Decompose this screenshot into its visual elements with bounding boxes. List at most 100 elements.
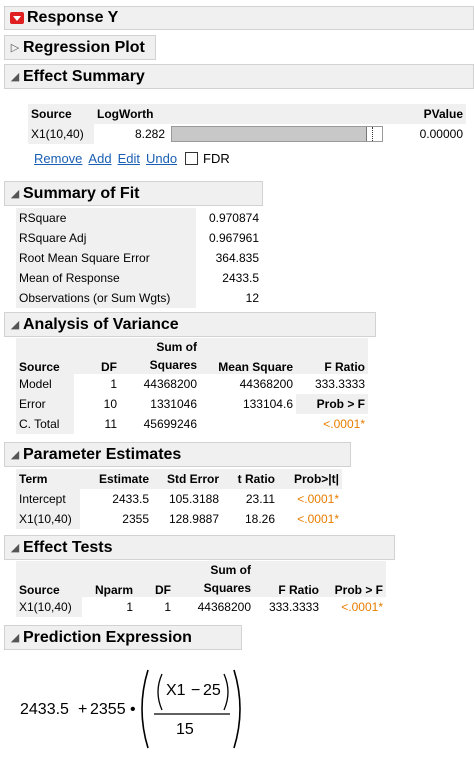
pe-col-prob: Prob>|t| — [278, 469, 342, 489]
disclosure-expanded-icon[interactable]: ◢ — [7, 187, 23, 200]
regression-plot-title: Regression Plot — [23, 38, 145, 56]
effect-summary-links: Remove Add Edit Undo FDR — [34, 150, 230, 166]
fit-value: 364.835 — [215, 251, 259, 265]
formula-variable: X1 — [166, 682, 186, 699]
response-title: Response Y — [27, 9, 119, 26]
et-col-nparm: Nparm — [82, 561, 136, 597]
pe-col-estimate: Estimate — [80, 469, 152, 489]
red-triangle-menu-icon[interactable] — [10, 12, 24, 24]
pe-estimate: 2433.5 — [112, 492, 149, 506]
et-source: X1(10,40) — [16, 597, 82, 617]
et-df: 1 — [164, 600, 171, 614]
effect-summary-header[interactable]: ◢ Effect Summary — [4, 64, 474, 89]
table-row[interactable]: X1(10,40) 8.282 0.00000 — [28, 124, 466, 144]
pe-estimate: 2355 — [122, 512, 149, 526]
col-pvalue: PValue — [410, 104, 466, 124]
table-row: Root Mean Square Error 364.835 — [16, 248, 262, 268]
anova-ms-empty — [200, 414, 296, 434]
summary-of-fit-title: Summary of Fit — [23, 184, 140, 202]
disclosure-collapsed-icon[interactable]: ▷ — [7, 41, 23, 54]
formula-minus: − — [191, 682, 201, 699]
anova-col-ss-top: Sum of — [120, 338, 200, 356]
row-pvalue: 0.00000 — [419, 127, 463, 141]
table-row: X1(10,40) 1 1 44368200 333.3333 <.0001* — [16, 597, 386, 617]
et-nparm: 1 — [126, 600, 133, 614]
anova-df: 10 — [103, 397, 117, 411]
fit-label: Observations (or Sum Wgts) — [16, 288, 196, 308]
disclosure-expanded-icon[interactable]: ◢ — [7, 448, 23, 461]
undo-link[interactable]: Undo — [146, 151, 177, 166]
pe-prob: <.0001* — [297, 512, 339, 526]
anova-title: Analysis of Variance — [23, 315, 179, 333]
anova-fratio: 333.3333 — [314, 377, 365, 391]
pe-tratio: 23.11 — [245, 492, 275, 506]
summary-of-fit-header[interactable]: ◢ Summary of Fit — [4, 181, 263, 206]
anova-col-ss-bottom: Squares — [120, 356, 200, 374]
anova-probf-label: Prob > F — [296, 394, 368, 414]
effect-tests-title: Effect Tests — [23, 538, 113, 556]
table-row: Observations (or Sum Wgts) 12 — [16, 288, 262, 308]
anova-ss: 45699246 — [143, 417, 197, 431]
anova-header[interactable]: ◢ Analysis of Variance — [4, 312, 376, 337]
fit-value: 2433.5 — [222, 271, 259, 285]
edit-link[interactable]: Edit — [118, 151, 140, 166]
remove-link[interactable]: Remove — [34, 151, 82, 166]
prediction-expression-title: Prediction Expression — [23, 628, 192, 646]
table-row: RSquare Adj 0.967961 — [16, 228, 262, 248]
anova-source: Error — [16, 394, 74, 414]
regression-plot-header[interactable]: ▷ Regression Plot — [4, 35, 156, 60]
anova-ss: 1331046 — [150, 397, 197, 411]
disclosure-expanded-icon[interactable]: ◢ — [7, 70, 23, 83]
table-row: Mean of Response 2433.5 — [16, 268, 262, 288]
col-bar — [168, 104, 410, 124]
formula-denominator: 15 — [176, 721, 194, 738]
anova-col-fratio: F Ratio — [296, 338, 368, 374]
pe-term: Intercept — [16, 489, 80, 509]
et-col-fratio: F Ratio — [254, 561, 322, 597]
disclosure-expanded-icon[interactable]: ◢ — [7, 318, 23, 331]
anova-col-source: Source — [16, 338, 74, 374]
disclosure-expanded-icon[interactable]: ◢ — [7, 541, 23, 554]
parameter-estimates-header[interactable]: ◢ Parameter Estimates — [4, 442, 351, 467]
anova-col-ms: Mean Square — [200, 338, 296, 374]
et-fratio: 333.3333 — [268, 600, 319, 614]
fit-label: RSquare — [16, 208, 196, 228]
fdr-label: FDR — [203, 150, 230, 166]
effect-tests-header[interactable]: ◢ Effect Tests — [4, 535, 395, 560]
et-col-df: DF — [136, 561, 174, 597]
col-logworth: LogWorth — [94, 104, 168, 124]
fit-value: 0.967961 — [208, 231, 259, 245]
et-prob: <.0001* — [341, 600, 383, 614]
formula-plus: + — [78, 701, 88, 718]
summary-of-fit-table: RSquare 0.970874 RSquare Adj 0.967961 Ro… — [16, 208, 262, 308]
table-row: X1(10,40) 2355 128.9887 18.26 <.0001* — [16, 509, 342, 529]
anova-df: 1 — [110, 377, 117, 391]
formula-center: 25 — [203, 682, 221, 699]
pe-term: X1(10,40) — [16, 509, 80, 529]
anova-ms: 44368200 — [239, 377, 293, 391]
pe-tratio: 18.26 — [244, 512, 275, 526]
pe-stderr: 128.9887 — [168, 512, 219, 526]
effect-tests-table: Source Nparm DF Sum of F Ratio Prob > F … — [16, 561, 386, 617]
pe-prob: <.0001* — [297, 492, 339, 506]
anova-df: 11 — [104, 417, 117, 431]
row-source: X1(10,40) — [28, 124, 94, 144]
disclosure-expanded-icon[interactable]: ◢ — [7, 631, 23, 644]
fit-value: 0.970874 — [208, 211, 259, 225]
prediction-formula: 2433.5 + 2355 • X1 − 25 15 — [20, 668, 260, 750]
prediction-expression-header[interactable]: ◢ Prediction Expression — [4, 625, 242, 650]
fdr-checkbox[interactable] — [185, 151, 199, 165]
formula-coefficient: 2355 — [90, 701, 126, 718]
pe-col-stderr: Std Error — [152, 469, 222, 489]
anova-ss: 44368200 — [143, 377, 197, 391]
table-row: Model 1 44368200 44368200 333.3333 — [16, 374, 368, 394]
et-col-ss-top: Sum of — [174, 561, 254, 579]
response-y-header[interactable]: Response Y — [4, 6, 474, 30]
add-link[interactable]: Add — [88, 151, 111, 166]
effect-summary-table: Source LogWorth PValue X1(10,40) 8.282 0… — [28, 104, 466, 144]
fit-label: Root Mean Square Error — [16, 248, 196, 268]
fit-label: RSquare Adj — [16, 228, 196, 248]
et-col-prob: Prob > F — [322, 561, 386, 597]
et-ss: 44368200 — [197, 600, 251, 614]
pe-col-tratio: t Ratio — [222, 469, 278, 489]
